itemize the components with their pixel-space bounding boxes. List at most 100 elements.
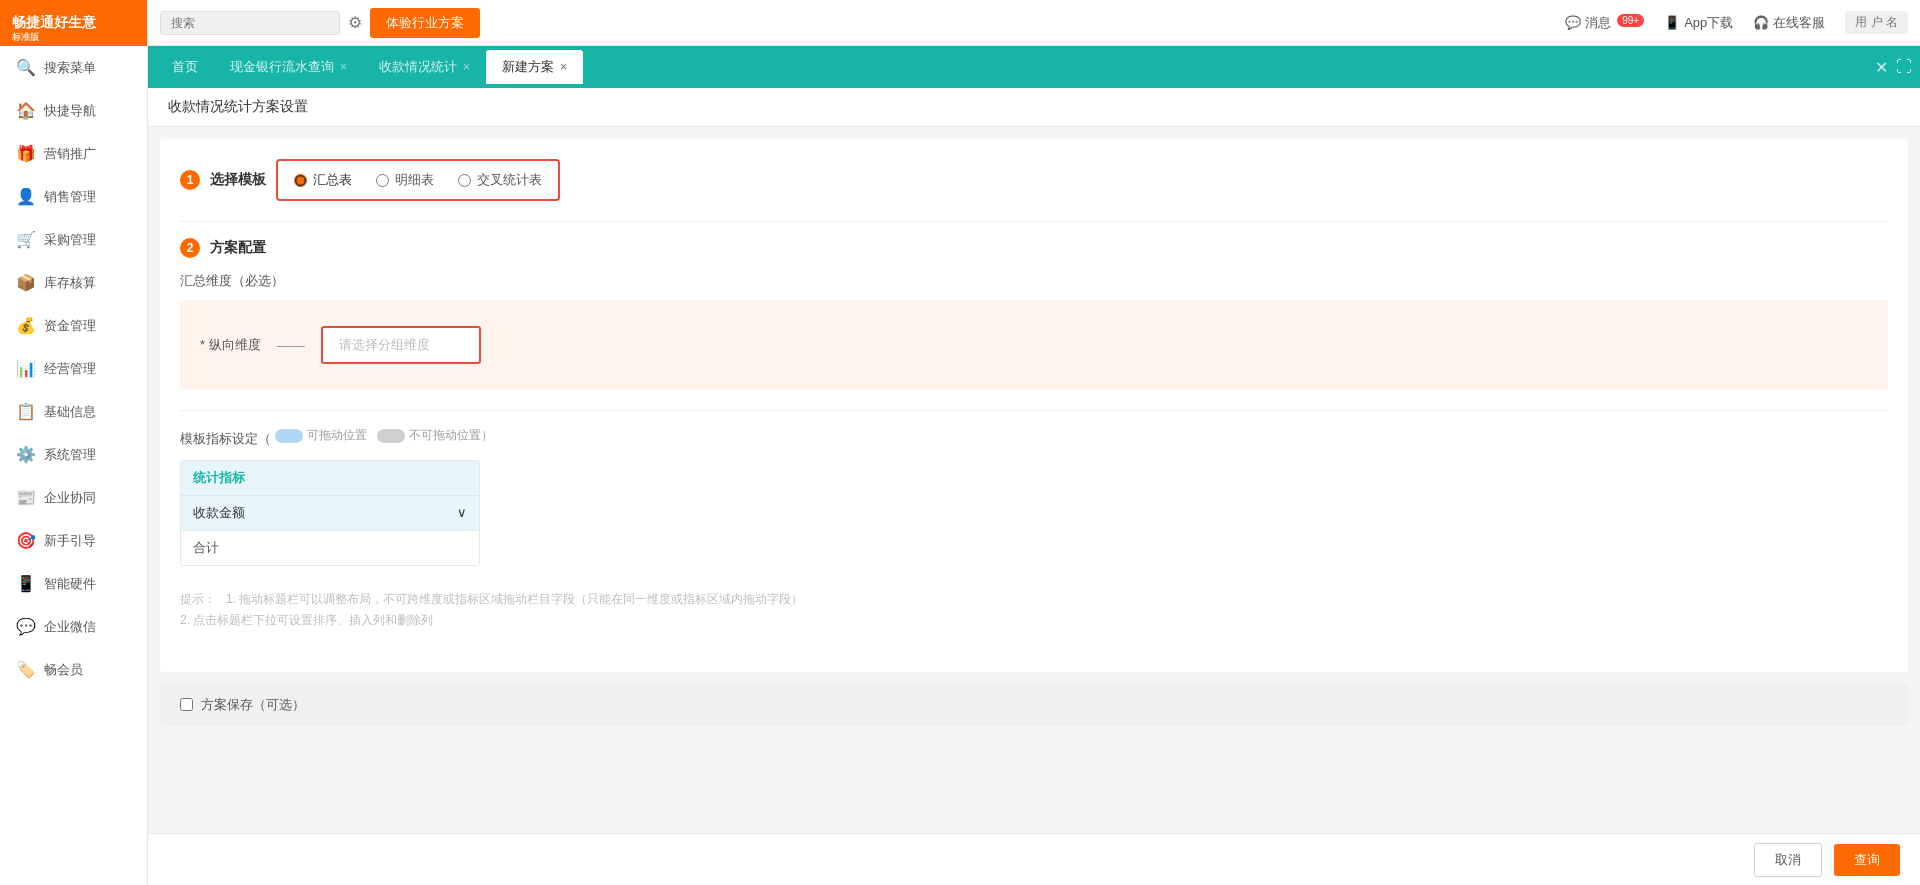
radio-summary[interactable] [294,174,307,187]
option-detail-label: 明细表 [395,171,434,189]
arrow-icon: —— [277,337,305,353]
messages-label: 消息 [1585,14,1611,32]
sidebar-item-nav[interactable]: 🏠 快捷导航 [0,89,147,132]
tips-section: 提示： 1. 拖动标题栏可以调整布局，不可跨维度或指标区域拖动栏目字段（只能在同… [180,589,1888,632]
cancel-button[interactable]: 取消 [1754,843,1822,877]
save-option-checkbox[interactable] [180,698,193,711]
download-item[interactable]: 📱 App下载 [1664,14,1733,32]
metrics-total-cell: 合计 [181,530,479,565]
tip-line-2: 2. 点击标题栏下拉可设置排序、插入列和删除列 [180,610,1888,632]
metrics-cell-amount[interactable]: 收款金额 ∨ [181,496,479,530]
tab-new-scheme-label: 新建方案 [502,58,554,76]
sidebar-item-label: 销售管理 [44,188,96,206]
step2-num: 2 [180,238,200,258]
vertical-dimension-label: * 纵向维度 [200,336,261,354]
sidebar-item-system[interactable]: ⚙️ 系统管理 [0,433,147,476]
sidebar-item-label: 企业微信 [44,618,96,636]
sidebar-item-marketing[interactable]: 🎁 营销推广 [0,132,147,175]
tab-home[interactable]: 首页 [156,50,214,84]
topbar-right: 💬 消息 99+ 📱 App下载 🎧 在线客服 用 户 名 [1565,11,1908,34]
money-icon: 💰 [16,316,36,335]
sidebar-item-label: 经营管理 [44,360,96,378]
sidebar-item-label: 快捷导航 [44,102,96,120]
headset-icon: 🎧 [1753,15,1769,30]
cart-icon: 🛒 [16,230,36,249]
sidebar-item-label: 库存核算 [44,274,96,292]
close-tab-cashflow[interactable]: × [340,60,347,74]
bottom-bar: 取消 查询 [148,833,1920,885]
dimension-area: * 纵向维度 —— 请选择分组维度 [180,300,1888,390]
sidebar-item-finance[interactable]: 💰 资金管理 [0,304,147,347]
metrics-table-header: 统计指标 [181,461,479,496]
step2-section: 2 方案配置 汇总维度（必选） * 纵向维度 —— 请选择分组维度 [180,238,1888,632]
step1-section: 1 选择模板 汇总表 明细表 交叉统计表 [180,159,1888,201]
app-logo: 畅捷通好生意 标准版 [0,0,147,46]
legend-draggable: 可拖动位置 [275,427,367,444]
box-icon: 📦 [16,273,36,292]
tabbar: 首页 现金银行流水查询 × 收款情况统计 × 新建方案 × ✕ ⛶ [148,46,1920,88]
newspaper-icon: 📰 [16,488,36,507]
radio-detail[interactable] [376,174,389,187]
option-detail[interactable]: 明细表 [376,171,434,189]
download-label: App下载 [1684,14,1733,32]
chat-icon: 💬 [16,617,36,636]
radio-cross[interactable] [458,174,471,187]
sidebar-item-inventory[interactable]: 📦 库存核算 [0,261,147,304]
user-display[interactable]: 用 户 名 [1845,11,1908,34]
dimension-selector[interactable]: 请选择分组维度 [321,326,481,364]
tips-prefix: 提示： [180,592,216,606]
sidebar-item-operations[interactable]: 📊 经营管理 [0,347,147,390]
sidebar-item-wechat[interactable]: 💬 企业微信 [0,605,147,648]
sidebar-item-basic-info[interactable]: 📋 基础信息 [0,390,147,433]
industry-btn[interactable]: 体验行业方案 [370,8,480,38]
tab-receipts[interactable]: 收款情况统计 × [363,50,486,84]
sidebar-item-sales[interactable]: 👤 销售管理 [0,175,147,218]
tab-cashflow-label: 现金银行流水查询 [230,58,334,76]
settings-icon[interactable]: ⚙ [348,13,362,32]
maximize-icon[interactable]: ⛶ [1896,58,1912,76]
step1-header: 1 选择模板 汇总表 明细表 交叉统计表 [180,159,1888,201]
message-icon: 💬 [1565,15,1581,30]
legend-fixed-label: 不可拖动位置） [409,427,493,444]
sidebar-item-label: 畅会员 [44,661,83,679]
dimension-row: * 纵向维度 —— 请选择分组维度 [200,326,1868,364]
sidebar-item-label: 新手引导 [44,532,96,550]
save-option-section: 方案保存（可选） [160,684,1908,726]
sidebar-item-corp-collab[interactable]: 📰 企业协同 [0,476,147,519]
chart-icon: 📊 [16,359,36,378]
sidebar-item-label: 企业协同 [44,489,96,507]
sidebar-item-search[interactable]: 🔍 搜索菜单 [0,46,147,89]
option-summary-label: 汇总表 [313,171,352,189]
sidebar-item-label: 搜索菜单 [44,59,96,77]
close-tab-new-scheme[interactable]: × [560,60,567,74]
divider-1 [180,221,1888,222]
tips-title: 提示： 1. 拖动标题栏可以调整布局，不可跨维度或指标区域拖动栏目字段（只能在同… [180,589,1888,611]
gift-icon: 🎁 [16,144,36,163]
dropdown-arrow-icon[interactable]: ∨ [457,505,467,520]
tabbar-actions: ✕ ⛶ [1875,58,1912,77]
messages-item[interactable]: 💬 消息 99+ [1565,14,1644,32]
search-input[interactable] [160,11,340,35]
messages-badge: 99+ [1617,14,1644,27]
tab-new-scheme[interactable]: 新建方案 × [486,50,583,84]
option-cross[interactable]: 交叉统计表 [458,171,542,189]
service-label: 在线客服 [1773,14,1825,32]
sidebar-item-member[interactable]: 🏷️ 畅会员 [0,648,147,691]
sidebar-item-hardware[interactable]: 📱 智能硬件 [0,562,147,605]
form-container: 1 选择模板 汇总表 明细表 交叉统计表 [160,139,1908,672]
sidebar-item-label: 采购管理 [44,231,96,249]
legend-fixed: 不可拖动位置） [377,427,493,444]
tab-cashflow[interactable]: 现金银行流水查询 × [214,50,363,84]
option-summary[interactable]: 汇总表 [294,171,352,189]
topbar: ⚙ 体验行业方案 💬 消息 99+ 📱 App下载 🎧 在线客服 用 户 名 [148,0,1920,46]
sidebar-item-purchase[interactable]: 🛒 采购管理 [0,218,147,261]
close-tab-receipts[interactable]: × [463,60,470,74]
query-button[interactable]: 查询 [1834,844,1900,876]
template-options: 汇总表 明细表 交叉统计表 [276,159,560,201]
sidebar-item-label: 系统管理 [44,446,96,464]
step2-header: 2 方案配置 [180,238,1888,258]
close-all-tabs-icon[interactable]: ✕ [1875,58,1888,77]
sidebar-item-guide[interactable]: 🎯 新手引导 [0,519,147,562]
target-icon: 🎯 [16,531,36,550]
service-item[interactable]: 🎧 在线客服 [1753,14,1825,32]
